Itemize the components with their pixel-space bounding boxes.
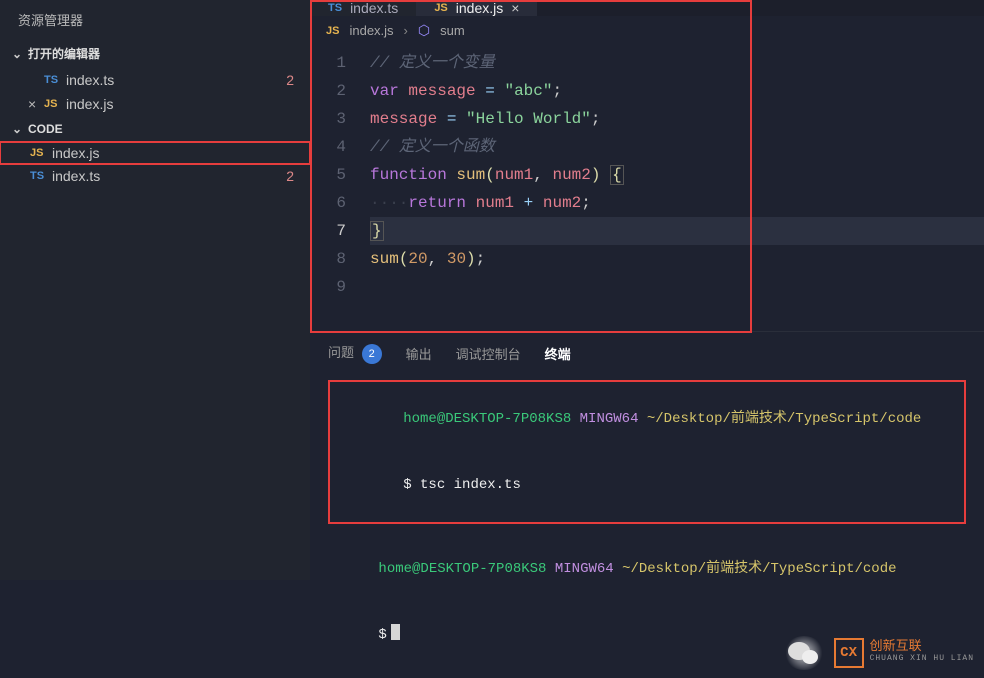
editor-tabbar: TS index.ts JS index.js ×: [310, 0, 984, 16]
prompt-symbol: $: [378, 627, 386, 643]
symbol-method-icon: ⬡: [418, 22, 430, 39]
file-name: index.js: [66, 96, 302, 112]
explorer-sidebar: 资源管理器 ⌄ 打开的编辑器 TS index.ts 2 × JS index.…: [0, 0, 310, 580]
ts-icon: TS: [44, 74, 66, 86]
breadcrumb-file: index.js: [349, 23, 393, 38]
explorer-title: 资源管理器: [0, 0, 310, 39]
file-name: index.js: [52, 145, 302, 161]
line-number-gutter: 123456789: [310, 49, 370, 301]
panel-tab-problems[interactable]: 问题 2: [328, 342, 382, 364]
open-editors-label: 打开的编辑器: [28, 45, 100, 62]
file-name: index.ts: [66, 72, 286, 88]
file-item-index-ts[interactable]: TS index.ts 2: [0, 164, 310, 188]
terminal-cursor: [391, 624, 400, 640]
js-icon: JS: [326, 25, 339, 37]
js-icon: JS: [30, 147, 52, 159]
terminal-user: home@DESKTOP-7P08KS8: [378, 561, 546, 577]
terminal-user: home@DESKTOP-7P08KS8: [403, 411, 571, 427]
ts-icon: TS: [328, 2, 342, 14]
brand-en: CHUANG XIN HU LIAN: [870, 653, 974, 665]
chevron-down-icon: ⌄: [12, 47, 22, 61]
js-icon: JS: [44, 98, 66, 110]
problems-badge: 2: [362, 344, 382, 364]
terminal-path: ~/Desktop/前端技术/TypeScript/code: [647, 411, 921, 427]
chevron-right-icon: ›: [404, 23, 408, 38]
brand-cn: 创新互联: [870, 641, 974, 653]
wechat-icon: [784, 636, 824, 670]
folder-label: CODE: [28, 122, 63, 136]
problem-count: 2: [286, 168, 294, 184]
editor[interactable]: 123456789 // 定义一个变量var message = "abc";m…: [310, 45, 984, 305]
panel-tab-output[interactable]: 输出: [406, 344, 432, 363]
watermark: CX 创新互联 CHUANG XIN HU LIAN: [784, 636, 974, 670]
annotation-box: home@DESKTOP-7P08KS8 MINGW64 ~/Desktop/前…: [328, 380, 966, 524]
panel-tabbar: 问题 2 输出 调试控制台 终端: [310, 331, 984, 374]
code-body[interactable]: // 定义一个变量var message = "abc";message = "…: [370, 49, 984, 301]
js-icon: JS: [434, 2, 447, 14]
open-editors-header[interactable]: ⌄ 打开的编辑器: [0, 39, 310, 68]
folder-list: JS index.js TS index.ts 2: [0, 142, 310, 188]
ts-icon: TS: [30, 170, 52, 182]
panel-tab-terminal[interactable]: 终端: [545, 344, 571, 363]
file-name: index.ts: [52, 168, 286, 184]
breadcrumb[interactable]: JS index.js › ⬡ sum: [310, 16, 984, 45]
tab-label: index.js: [456, 0, 503, 16]
terminal-env: MINGW64: [555, 561, 614, 577]
close-icon[interactable]: ×: [28, 96, 44, 112]
tab-label: index.ts: [350, 0, 398, 16]
open-editor-item[interactable]: × JS index.js: [0, 92, 310, 116]
close-icon[interactable]: ×: [511, 0, 519, 16]
panel-tab-debug-console[interactable]: 调试控制台: [456, 344, 521, 363]
terminal[interactable]: home@DESKTOP-7P08KS8 MINGW64 ~/Desktop/前…: [310, 374, 984, 678]
terminal-path: ~/Desktop/前端技术/TypeScript/code: [622, 561, 896, 577]
open-editor-item[interactable]: TS index.ts 2: [0, 68, 310, 92]
brand-badge: CX: [834, 638, 864, 668]
file-item-index-js[interactable]: JS index.js: [0, 142, 310, 164]
prompt-symbol: $: [403, 477, 411, 493]
terminal-env: MINGW64: [580, 411, 639, 427]
main-area: TS index.ts JS index.js × JS index.js › …: [310, 0, 984, 580]
tab-index-js[interactable]: JS index.js ×: [416, 0, 537, 16]
chevron-down-icon: ⌄: [12, 122, 22, 136]
open-editors-list: TS index.ts 2 × JS index.js: [0, 68, 310, 116]
problem-count: 2: [286, 72, 294, 88]
terminal-command: tsc index.ts: [420, 477, 521, 493]
tab-index-ts[interactable]: TS index.ts: [310, 0, 416, 16]
folder-header[interactable]: ⌄ CODE: [0, 116, 310, 142]
breadcrumb-symbol: sum: [440, 23, 465, 38]
dirty-indicator: [28, 72, 44, 88]
